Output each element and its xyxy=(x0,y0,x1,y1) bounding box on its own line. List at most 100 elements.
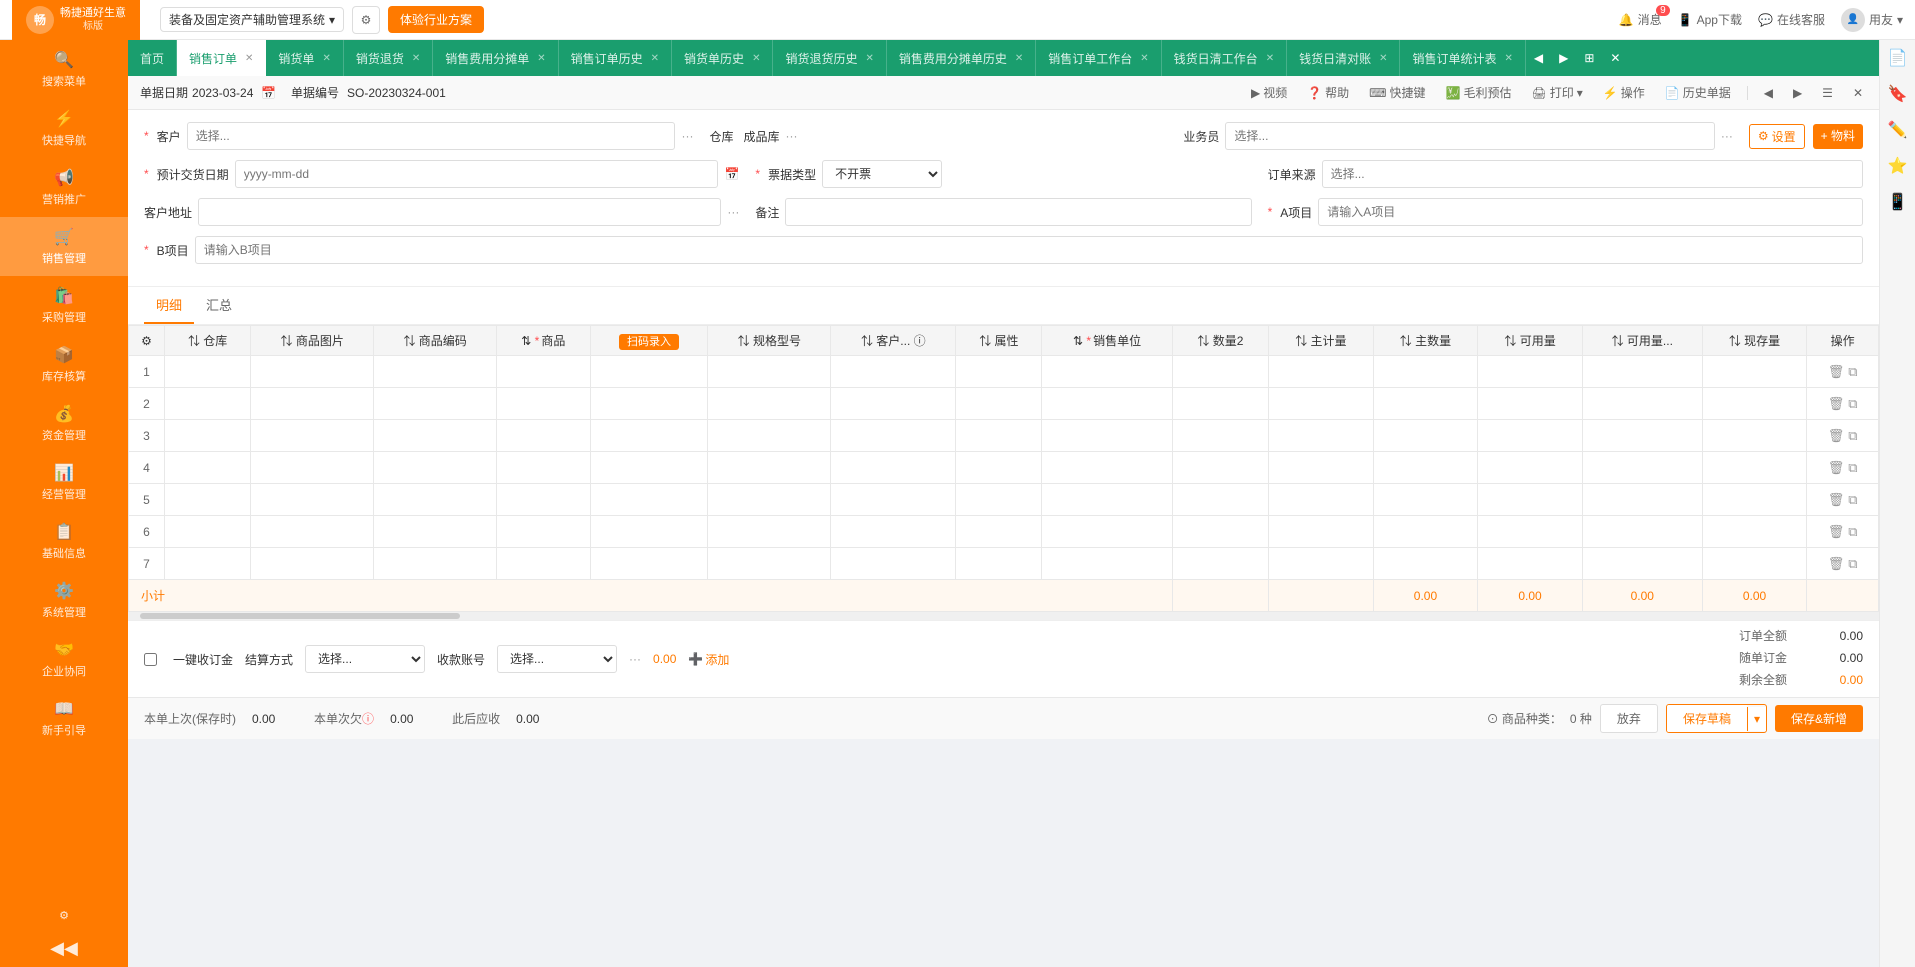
profit-estimate-btn[interactable]: 💹 毛利预估 xyxy=(1442,82,1516,103)
tab-grid-icon[interactable]: ⊞ xyxy=(1576,51,1602,65)
tab-sales-stats[interactable]: 销售订单统计表 ✕ xyxy=(1400,40,1525,76)
sidebar-item-system[interactable]: ⚙️ 系统管理 xyxy=(0,571,128,630)
close-icon[interactable]: ✕ xyxy=(1015,53,1023,64)
cell-warehouse[interactable] xyxy=(165,356,251,388)
user-area[interactable]: 👤 用友 ▾ xyxy=(1841,8,1903,32)
th-main-unit[interactable]: ⇅ 主计量 xyxy=(1269,326,1374,356)
tab-more-next[interactable]: ▶ xyxy=(1551,51,1576,65)
tab-return-history[interactable]: 销货退货历史 ✕ xyxy=(773,40,886,76)
cell-spec[interactable] xyxy=(708,356,831,388)
scan-badge[interactable]: 扫码录入 xyxy=(619,334,679,350)
copy-row-icon[interactable]: ⧉ xyxy=(1848,492,1857,508)
delete-row-icon[interactable]: 🗑 xyxy=(1828,524,1845,540)
close-icon[interactable]: ✕ xyxy=(1140,53,1148,64)
history-doc-btn[interactable]: 📄 历史单据 xyxy=(1661,82,1735,103)
customer-input[interactable] xyxy=(187,122,676,150)
delete-row-icon[interactable]: 🗑 xyxy=(1828,460,1845,476)
settings-icon-btn[interactable]: ⚙ xyxy=(352,6,380,34)
tab-cash-workbench[interactable]: 钱货日清工作台 ✕ xyxy=(1162,40,1287,76)
th-current[interactable]: ⇅ 现存量 xyxy=(1702,326,1807,356)
close-icon[interactable]: ✕ xyxy=(322,53,330,64)
th-unit[interactable]: ⇅ *销售单位 xyxy=(1042,326,1172,356)
list-view-btn[interactable]: ☰ xyxy=(1818,84,1837,102)
settlement-select[interactable]: 选择... xyxy=(305,645,425,673)
cell-customer-code[interactable] xyxy=(831,356,956,388)
th-customer-code[interactable]: ⇅ 客户... ⓘ xyxy=(831,326,956,356)
system-selector[interactable]: 装备及固定资产辅助管理系统 ▾ xyxy=(160,7,344,32)
online-service-area[interactable]: 💬 在线客服 xyxy=(1758,11,1825,28)
customer-more-icon[interactable]: ··· xyxy=(681,129,693,143)
close-icon[interactable]: ✕ xyxy=(245,53,253,64)
close-icon[interactable]: ✕ xyxy=(537,53,545,64)
print-btn[interactable]: 🖨 打印 ▾ xyxy=(1527,82,1586,103)
settings-button[interactable]: ⚙ 设置 xyxy=(1749,124,1805,149)
delete-row-icon[interactable]: 🗑 xyxy=(1828,428,1845,444)
tab-sales-return[interactable]: 销货退货 ✕ xyxy=(344,40,433,76)
th-settings[interactable]: ⚙ xyxy=(129,326,165,356)
tab-cash-reconcile[interactable]: 钱货日清对账 ✕ xyxy=(1287,40,1400,76)
save-draft-dropdown[interactable]: ▾ xyxy=(1747,707,1766,731)
copy-row-icon[interactable]: ⧉ xyxy=(1848,460,1857,476)
app-download-area[interactable]: 📱 App下载 xyxy=(1678,11,1742,28)
close-icon[interactable]: ✕ xyxy=(651,53,659,64)
a-project-input[interactable] xyxy=(1318,198,1863,226)
cell-product[interactable] xyxy=(497,356,590,388)
tab-home[interactable]: 首页 xyxy=(128,40,177,76)
delete-row-icon[interactable]: 🗑 xyxy=(1828,396,1845,412)
th-available[interactable]: ⇅ 可用量 xyxy=(1478,326,1583,356)
th-code[interactable]: ⇅ 商品编码 xyxy=(374,326,497,356)
cell-scan[interactable] xyxy=(590,356,708,388)
close-btn[interactable]: ✕ xyxy=(1849,84,1867,102)
b-project-input[interactable] xyxy=(195,236,1863,264)
cell-main-qty[interactable] xyxy=(1373,356,1478,388)
th-available2[interactable]: ⇅ 可用量... xyxy=(1582,326,1702,356)
salesperson-input[interactable] xyxy=(1225,122,1714,150)
tab-close-all[interactable]: ✕ xyxy=(1602,51,1628,65)
sidebar-item-finance[interactable]: 💰 资金管理 xyxy=(0,394,128,453)
th-image[interactable]: ⇅ 商品图片 xyxy=(251,326,374,356)
sidebar-item-quick-nav[interactable]: ⚡ 快捷导航 xyxy=(0,99,128,158)
copy-row-icon[interactable]: ⧉ xyxy=(1848,556,1857,572)
tab-sales-order-history[interactable]: 销售订单历史 ✕ xyxy=(559,40,672,76)
tab-sales-order[interactable]: 销售订单 ✕ xyxy=(177,40,266,76)
right-panel-star-icon[interactable]: ⭐ xyxy=(1888,156,1908,176)
add-payment-btn[interactable]: ➕ 添加 xyxy=(688,651,729,668)
right-panel-edit-icon[interactable]: ✏️ xyxy=(1888,120,1908,140)
th-warehouse[interactable]: ⇅ 仓库 xyxy=(165,326,251,356)
account-select[interactable]: 选择... xyxy=(497,645,617,673)
tab-sales-expense[interactable]: 销售费用分摊单 ✕ xyxy=(433,40,558,76)
sidebar-settings-btn[interactable]: ⚙ xyxy=(0,901,128,930)
account-more-icon[interactable]: ··· xyxy=(629,652,641,666)
delivery-date-input[interactable] xyxy=(235,160,719,188)
one-click-checkbox[interactable] xyxy=(144,653,157,666)
save-draft-button[interactable]: 保存草稿 xyxy=(1667,705,1747,732)
th-spec[interactable]: ⇅ 规格型号 xyxy=(708,326,831,356)
notification-area[interactable]: 🔔 9 消息 xyxy=(1619,11,1662,28)
address-more-icon[interactable]: ··· xyxy=(727,205,739,219)
sidebar-item-search[interactable]: 🔍 搜索菜单 xyxy=(0,40,128,99)
copy-row-icon[interactable]: ⧉ xyxy=(1848,524,1857,540)
tab-invoice-history[interactable]: 销货单历史 ✕ xyxy=(672,40,773,76)
operation-btn[interactable]: ⚡ 操作 xyxy=(1599,82,1649,103)
video-btn[interactable]: ▶ 视频 xyxy=(1247,82,1291,103)
copy-row-icon[interactable]: ⧉ xyxy=(1848,364,1857,380)
tab-sales-workbench[interactable]: 销售订单工作台 ✕ xyxy=(1036,40,1161,76)
delete-row-icon[interactable]: 🗑 xyxy=(1828,364,1845,380)
tab-expense-history[interactable]: 销售费用分摊单历史 ✕ xyxy=(887,40,1036,76)
prev-btn[interactable]: ◀ xyxy=(1760,84,1777,102)
close-icon[interactable]: ✕ xyxy=(865,53,873,64)
close-icon[interactable]: ✕ xyxy=(752,53,760,64)
close-icon[interactable]: ✕ xyxy=(1505,53,1513,64)
help-btn[interactable]: ❓ 帮助 xyxy=(1303,82,1353,103)
right-panel-phone-icon[interactable]: 📱 xyxy=(1888,192,1908,212)
sidebar-item-inventory[interactable]: 📦 库存核算 xyxy=(0,335,128,394)
right-panel-doc-icon[interactable]: 📄 xyxy=(1888,48,1908,68)
th-qty2[interactable]: ⇅ 数量2 xyxy=(1172,326,1268,356)
cell-unit[interactable] xyxy=(1042,356,1172,388)
cell-available2[interactable] xyxy=(1582,356,1702,388)
customer-address-input[interactable] xyxy=(198,198,721,226)
horizontal-scrollbar[interactable] xyxy=(128,612,1879,620)
sidebar-item-enterprise[interactable]: 🤝 企业协同 xyxy=(0,630,128,689)
scroll-thumb[interactable] xyxy=(140,613,460,619)
date-picker-icon[interactable]: 📅 xyxy=(724,167,739,181)
